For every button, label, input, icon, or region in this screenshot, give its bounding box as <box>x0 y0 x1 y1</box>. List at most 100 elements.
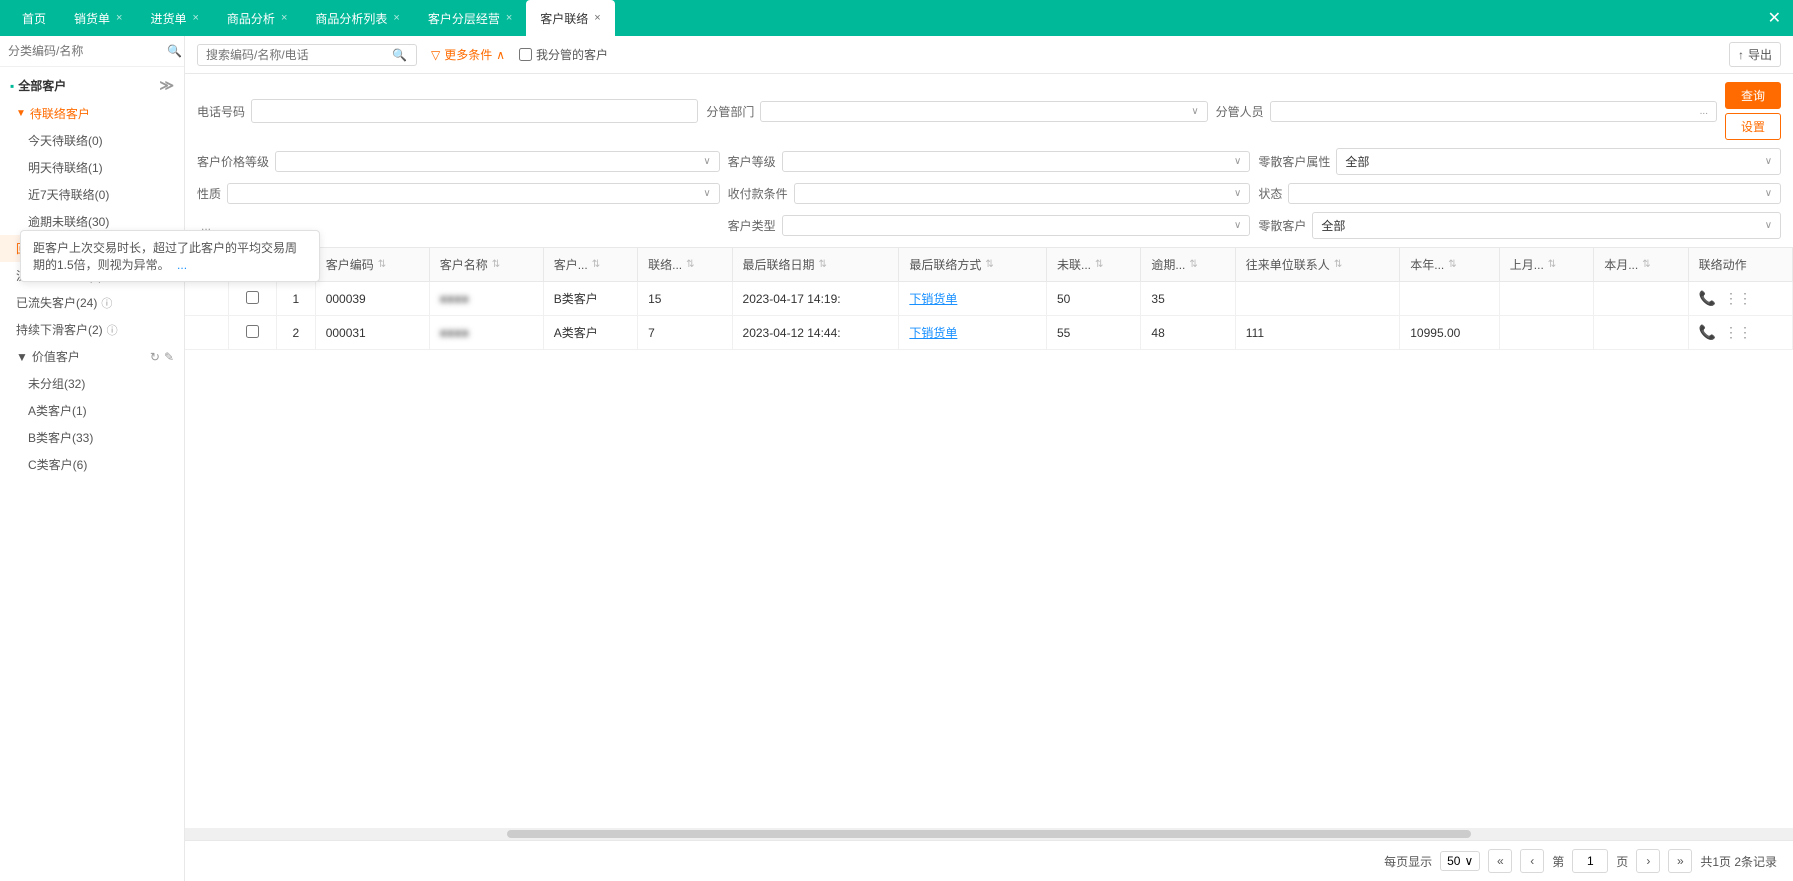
sidebar-pending-contact-section[interactable]: ▼ 待联络客户 <box>0 100 184 127</box>
row2-checkbox[interactable] <box>246 325 259 338</box>
sidebar-item-7days[interactable]: 近7天待联络(0) <box>0 181 184 208</box>
contact-icon-1[interactable]: 📞 <box>1699 290 1716 307</box>
my-customers-checkbox-label[interactable]: 我分管的客户 <box>519 46 608 63</box>
phone-input[interactable] <box>251 99 698 123</box>
retail-customer-arrow: ∨ <box>1765 220 1772 231</box>
nav-customer-tier[interactable]: 客户分层经营 × <box>414 0 526 36</box>
nav-analysis-list[interactable]: 商品分析列表 × <box>301 0 413 36</box>
retail-attr-select[interactable]: 全部 ∨ <box>1336 148 1781 175</box>
nav-customer-contact[interactable]: 客户联络 × <box>526 0 614 36</box>
th-customer-type[interactable]: 客户... ⇅ <box>543 248 637 282</box>
close-customer-contact-icon[interactable]: × <box>594 12 600 24</box>
td-last-contact-method-1[interactable]: 下销货单 <box>899 282 1047 316</box>
th-this-year[interactable]: 本年... ⇅ <box>1400 248 1500 282</box>
th-contact-count[interactable]: 联络... ⇅ <box>638 248 732 282</box>
th-not-contact[interactable]: 未联... ⇅ <box>1046 248 1140 282</box>
sidebar-collapse-btn[interactable]: ≫ <box>159 77 174 94</box>
sort-overdue-icon[interactable]: ⇅ <box>1189 259 1197 270</box>
sidebar-search-input[interactable] <box>8 44 163 58</box>
my-customers-checkbox[interactable] <box>519 48 532 61</box>
manager-ellipsis[interactable]: ... <box>1700 106 1708 117</box>
sort-type-icon[interactable]: ⇅ <box>592 259 600 270</box>
nav-analysis[interactable]: 商品分析 × <box>213 0 301 36</box>
sidebar-item-ungrouped[interactable]: 未分组(32) <box>0 370 184 397</box>
retail-customer-select[interactable]: 全部 ∨ <box>1312 212 1781 239</box>
close-sales-icon[interactable]: × <box>116 12 122 24</box>
page-number-input[interactable] <box>1572 849 1608 873</box>
close-customer-tier-icon[interactable]: × <box>506 12 512 24</box>
nav-home[interactable]: 首页 <box>8 0 60 36</box>
close-analysis-icon[interactable]: × <box>281 12 287 24</box>
nav-window-close[interactable]: ✕ <box>1768 8 1781 28</box>
th-overdue[interactable]: 逾期... ⇅ <box>1141 248 1235 282</box>
th-name[interactable]: 客户名称 ⇅ <box>429 248 543 282</box>
tooltip-more-link[interactable]: ... <box>177 258 184 272</box>
setting-button[interactable]: 设置 <box>1725 113 1781 140</box>
sidebar-search-bar: 🔍 <box>0 36 184 67</box>
dept-select[interactable]: ∨ <box>760 101 1207 122</box>
export-button[interactable]: ↑ 导出 <box>1729 42 1781 67</box>
sort-method-icon[interactable]: ⇅ <box>985 259 993 270</box>
scroll-thumb[interactable] <box>507 830 1472 838</box>
sidebar-value-customer-section[interactable]: ▼ 价值客户 ↻ ✎ <box>0 343 184 370</box>
filter-retail-attr-field: 零散客户属性 全部 ∨ <box>1258 148 1781 175</box>
row1-checkbox[interactable] <box>246 291 259 304</box>
sidebar-item-a-class[interactable]: A类客户(1) <box>0 397 184 424</box>
more-action-icon-2[interactable]: ⋮⋮ <box>1724 324 1752 341</box>
status-select[interactable]: ∨ <box>1288 183 1781 204</box>
td-checkbox-1[interactable] <box>229 282 277 316</box>
sort-contact-icon[interactable]: ⇅ <box>686 259 694 270</box>
info-icon-declining: ⓘ <box>107 322 118 338</box>
sort-code-icon[interactable]: ⇅ <box>378 259 386 270</box>
th-this-month[interactable]: 本月... ⇅ <box>1594 248 1688 282</box>
sidebar-item-lost[interactable]: 已流失客户(24) ⓘ <box>0 289 184 316</box>
th-last-month[interactable]: 上月... ⇅ <box>1499 248 1593 282</box>
filter-search-input[interactable] <box>206 48 386 62</box>
more-action-icon-1[interactable]: ⋮⋮ <box>1724 290 1752 307</box>
contact-icon-2[interactable]: 📞 <box>1699 324 1716 341</box>
last-page-button[interactable]: » <box>1668 849 1692 873</box>
filter-more-conditions[interactable]: ▽ 更多条件 ∧ <box>425 43 511 66</box>
pending-arrow-icon: ▼ <box>16 108 26 119</box>
payment-select[interactable]: ∨ <box>794 183 1251 204</box>
query-button[interactable]: 查询 <box>1725 82 1781 109</box>
nav-sales[interactable]: 销货单 × <box>60 0 136 36</box>
prev-page-button[interactable]: ‹ <box>1520 849 1544 873</box>
sort-date-icon[interactable]: ⇅ <box>819 259 827 270</box>
refresh-icon[interactable]: ↻ <box>150 350 160 364</box>
page-size-select[interactable]: 50 ∨ <box>1440 851 1480 871</box>
sort-name-icon[interactable]: ⇅ <box>492 259 500 270</box>
sidebar-item-tomorrow[interactable]: 明天待联络(1) <box>0 154 184 181</box>
sidebar-item-b-class[interactable]: B类客户(33) <box>0 424 184 451</box>
all-customers-header[interactable]: ▪ 全部客户 ≫ <box>0 71 184 100</box>
horizontal-scrollbar[interactable] <box>185 828 1793 840</box>
manager-select[interactable]: ... <box>1270 101 1717 122</box>
sidebar-item-today[interactable]: 今天待联络(0) <box>0 127 184 154</box>
td-checkbox-2[interactable] <box>229 316 277 350</box>
th-code[interactable]: 客户编码 ⇅ <box>315 248 429 282</box>
sort-this-month-icon[interactable]: ⇅ <box>1642 259 1650 270</box>
sidebar-search-icon[interactable]: 🔍 <box>167 44 182 58</box>
customer-level-select[interactable]: ∨ <box>782 151 1251 172</box>
close-purchase-icon[interactable]: × <box>192 12 198 24</box>
sort-unit-contact-icon[interactable]: ⇅ <box>1334 259 1342 270</box>
sidebar-item-declining[interactable]: 持续下滑客户(2) ⓘ <box>0 316 184 343</box>
first-page-button[interactable]: « <box>1488 849 1512 873</box>
nav-purchase[interactable]: 进货单 × <box>136 0 212 36</box>
th-last-contact-method[interactable]: 最后联络方式 ⇅ <box>899 248 1047 282</box>
next-page-button[interactable]: › <box>1636 849 1660 873</box>
payment-arrow: ∨ <box>1234 188 1241 199</box>
close-analysis-list-icon[interactable]: × <box>393 12 399 24</box>
sidebar-item-c-class[interactable]: C类客户(6) <box>0 451 184 478</box>
nature-select[interactable]: ∨ <box>227 183 720 204</box>
sort-last-month-icon[interactable]: ⇅ <box>1548 259 1556 270</box>
sort-not-contact-icon[interactable]: ⇅ <box>1095 259 1103 270</box>
th-unit-contact[interactable]: 往来单位联系人 ⇅ <box>1235 248 1399 282</box>
edit-icon[interactable]: ✎ <box>164 350 174 364</box>
customer-type-select[interactable]: ∨ <box>782 215 1251 236</box>
filter-search-icon[interactable]: 🔍 <box>392 48 407 62</box>
sort-this-year-icon[interactable]: ⇅ <box>1448 259 1456 270</box>
th-last-contact-date[interactable]: 最后联络日期 ⇅ <box>732 248 899 282</box>
td-last-contact-method-2[interactable]: 下销货单 <box>899 316 1047 350</box>
price-level-select[interactable]: ∨ <box>275 151 720 172</box>
